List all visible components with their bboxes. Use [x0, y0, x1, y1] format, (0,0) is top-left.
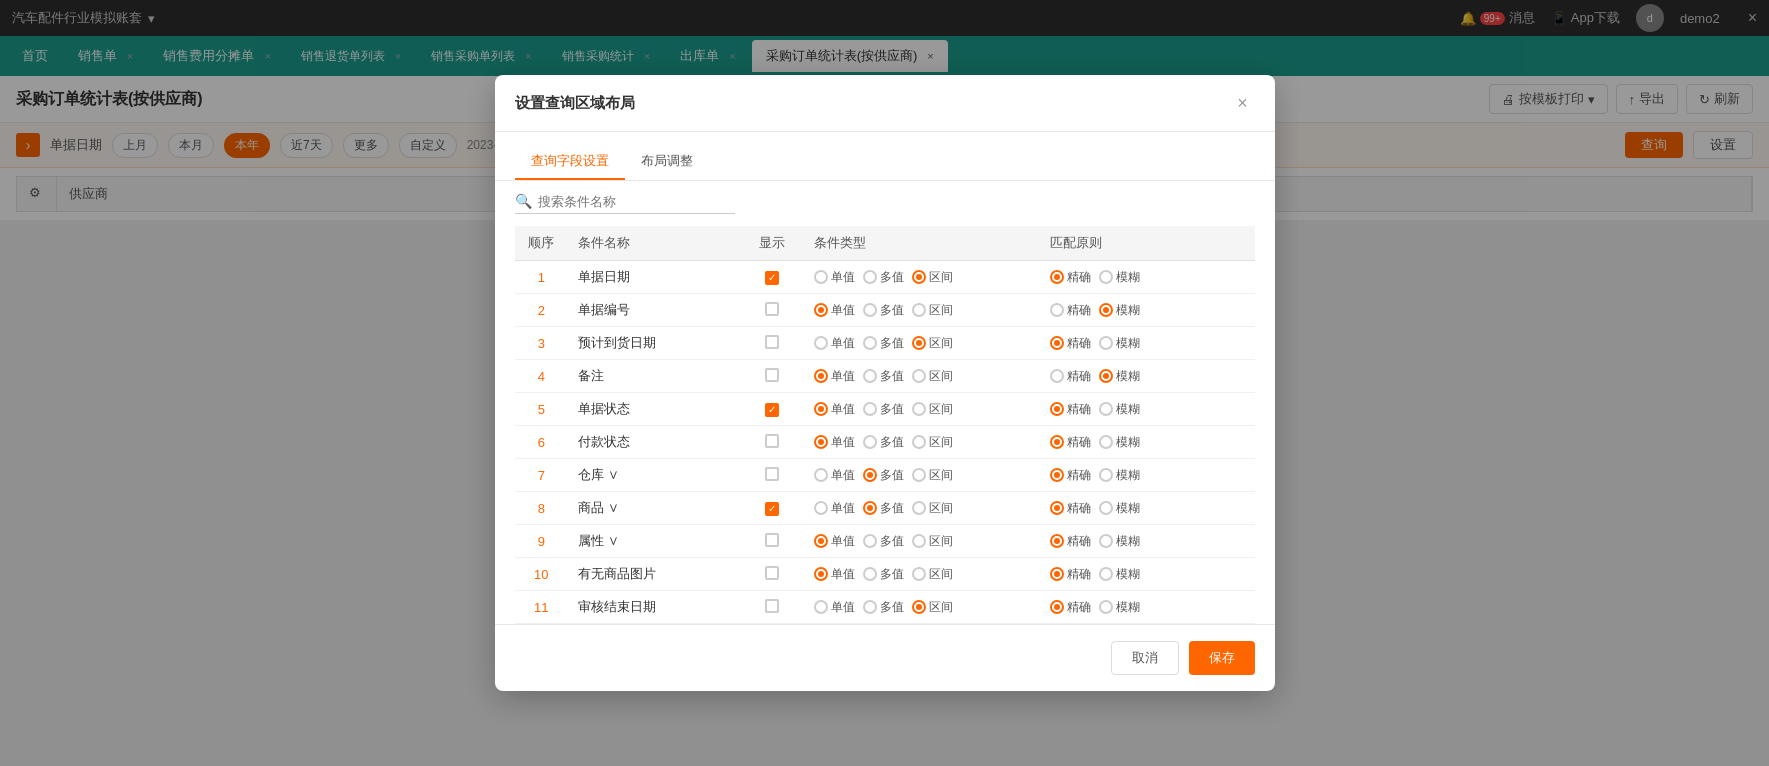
- dialog-search-area: 🔍: [495, 181, 1275, 220]
- search-input[interactable]: [538, 194, 735, 209]
- dialog-header: 设置查询区域布局 ×: [495, 75, 1275, 132]
- dialog-close-btn[interactable]: ×: [1231, 91, 1255, 115]
- search-icon: 🔍: [515, 193, 532, 209]
- settings-dialog: 设置查询区域布局 × 查询字段设置 布局调整 🔍 顺序: [495, 75, 1275, 220]
- dialog-tab-layout[interactable]: 布局调整: [625, 144, 709, 180]
- modal-overlay: 设置查询区域布局 × 查询字段设置 布局调整 🔍 顺序: [0, 0, 1769, 220]
- dialog-tab-layout-label: 布局调整: [641, 153, 693, 168]
- dialog-tabs: 查询字段设置 布局调整: [495, 132, 1275, 181]
- search-box: 🔍: [515, 193, 735, 214]
- dialog-tab-query-fields[interactable]: 查询字段设置: [515, 144, 625, 180]
- dialog-tab-query-fields-label: 查询字段设置: [531, 153, 609, 168]
- dialog-title: 设置查询区域布局: [515, 94, 635, 113]
